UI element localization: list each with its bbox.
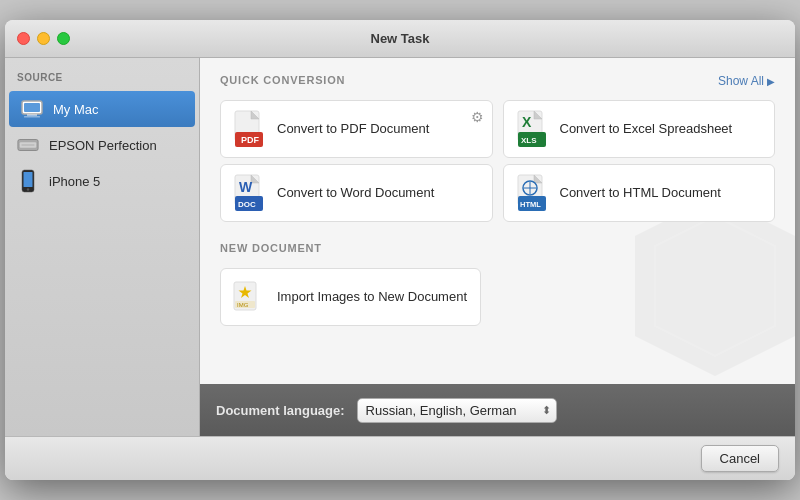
svg-text:W: W xyxy=(239,179,253,195)
svg-rect-1 xyxy=(27,114,37,116)
svg-rect-2 xyxy=(24,116,40,118)
word-icon: DOC W xyxy=(231,175,267,211)
scanner-icon xyxy=(17,134,39,156)
show-all-label: Show All xyxy=(718,74,764,88)
sidebar-item-label-my-mac: My Mac xyxy=(53,102,99,117)
sidebar-item-epson[interactable]: EPSON Perfection xyxy=(5,127,199,163)
convert-word-label: Convert to Word Document xyxy=(277,185,434,202)
convert-word-item[interactable]: DOC W Convert to Word Document xyxy=(220,164,493,222)
new-document-section: NEW DOCUMENT IMG Import Images to New Do… xyxy=(220,242,775,326)
footer-bar: Document language: Russian, English, Ger… xyxy=(200,384,795,436)
maximize-button[interactable] xyxy=(57,32,70,45)
svg-rect-3 xyxy=(24,103,40,112)
convert-html-label: Convert to HTML Document xyxy=(560,185,721,202)
show-all-link[interactable]: Show All ▶ xyxy=(718,74,775,88)
import-images-item[interactable]: IMG Import Images to New Document xyxy=(220,268,481,326)
html-icon: HTML xyxy=(514,175,550,211)
conversion-grid: PDF Convert to PDF Document ⚙ xyxy=(220,100,775,222)
sidebar-item-label-iphone: iPhone 5 xyxy=(49,174,100,189)
pdf-icon: PDF xyxy=(231,111,267,147)
sidebar: SOURCE My Mac xyxy=(5,58,200,436)
minimize-button[interactable] xyxy=(37,32,50,45)
gear-icon[interactable]: ⚙ xyxy=(471,109,484,125)
language-select-wrapper: Russian, English, German English Russian… xyxy=(357,398,557,423)
sidebar-item-iphone[interactable]: iPhone 5 xyxy=(5,163,199,199)
window-title: New Task xyxy=(370,31,429,46)
excel-icon: XLS X xyxy=(514,111,550,147)
sidebar-item-my-mac[interactable]: My Mac xyxy=(9,91,195,127)
quick-conversion-header: QUICK CONVERSION xyxy=(220,74,775,86)
svg-rect-8 xyxy=(24,172,33,187)
convert-pdf-item[interactable]: PDF Convert to PDF Document ⚙ xyxy=(220,100,493,158)
svg-text:XLS: XLS xyxy=(521,136,537,145)
svg-text:IMG: IMG xyxy=(237,302,249,308)
title-bar: New Task xyxy=(5,20,795,58)
right-panel: QUICK CONVERSION Show All ▶ xyxy=(200,58,795,436)
convert-pdf-label: Convert to PDF Document xyxy=(277,121,429,138)
panel-content: QUICK CONVERSION Show All ▶ xyxy=(200,58,795,384)
svg-text:DOC: DOC xyxy=(238,200,256,209)
star-icon: IMG xyxy=(231,279,267,315)
convert-excel-label: Convert to Excel Spreadsheet xyxy=(560,121,733,138)
sidebar-item-label-epson: EPSON Perfection xyxy=(49,138,157,153)
show-all-arrow-icon: ▶ xyxy=(767,76,775,87)
sidebar-header: SOURCE xyxy=(5,68,199,91)
window: New Task SOURCE My Mac xyxy=(5,20,795,480)
svg-text:HTML: HTML xyxy=(520,200,541,209)
cancel-button[interactable]: Cancel xyxy=(701,445,779,472)
close-button[interactable] xyxy=(17,32,30,45)
svg-point-9 xyxy=(27,188,29,190)
convert-excel-item[interactable]: XLS X Convert to Excel Spreadsheet xyxy=(503,100,776,158)
language-label: Document language: xyxy=(216,403,345,418)
svg-text:PDF: PDF xyxy=(241,135,260,145)
svg-text:X: X xyxy=(522,114,532,130)
language-select[interactable]: Russian, English, German English Russian… xyxy=(357,398,557,423)
new-document-header: NEW DOCUMENT xyxy=(220,242,775,254)
action-bar: Cancel xyxy=(5,436,795,480)
main-content: SOURCE My Mac xyxy=(5,58,795,436)
traffic-lights xyxy=(17,32,70,45)
convert-html-item[interactable]: HTML Convert to HTML Document xyxy=(503,164,776,222)
import-images-label: Import Images to New Document xyxy=(277,289,467,306)
iphone-icon xyxy=(17,170,39,192)
mac-icon xyxy=(21,98,43,120)
